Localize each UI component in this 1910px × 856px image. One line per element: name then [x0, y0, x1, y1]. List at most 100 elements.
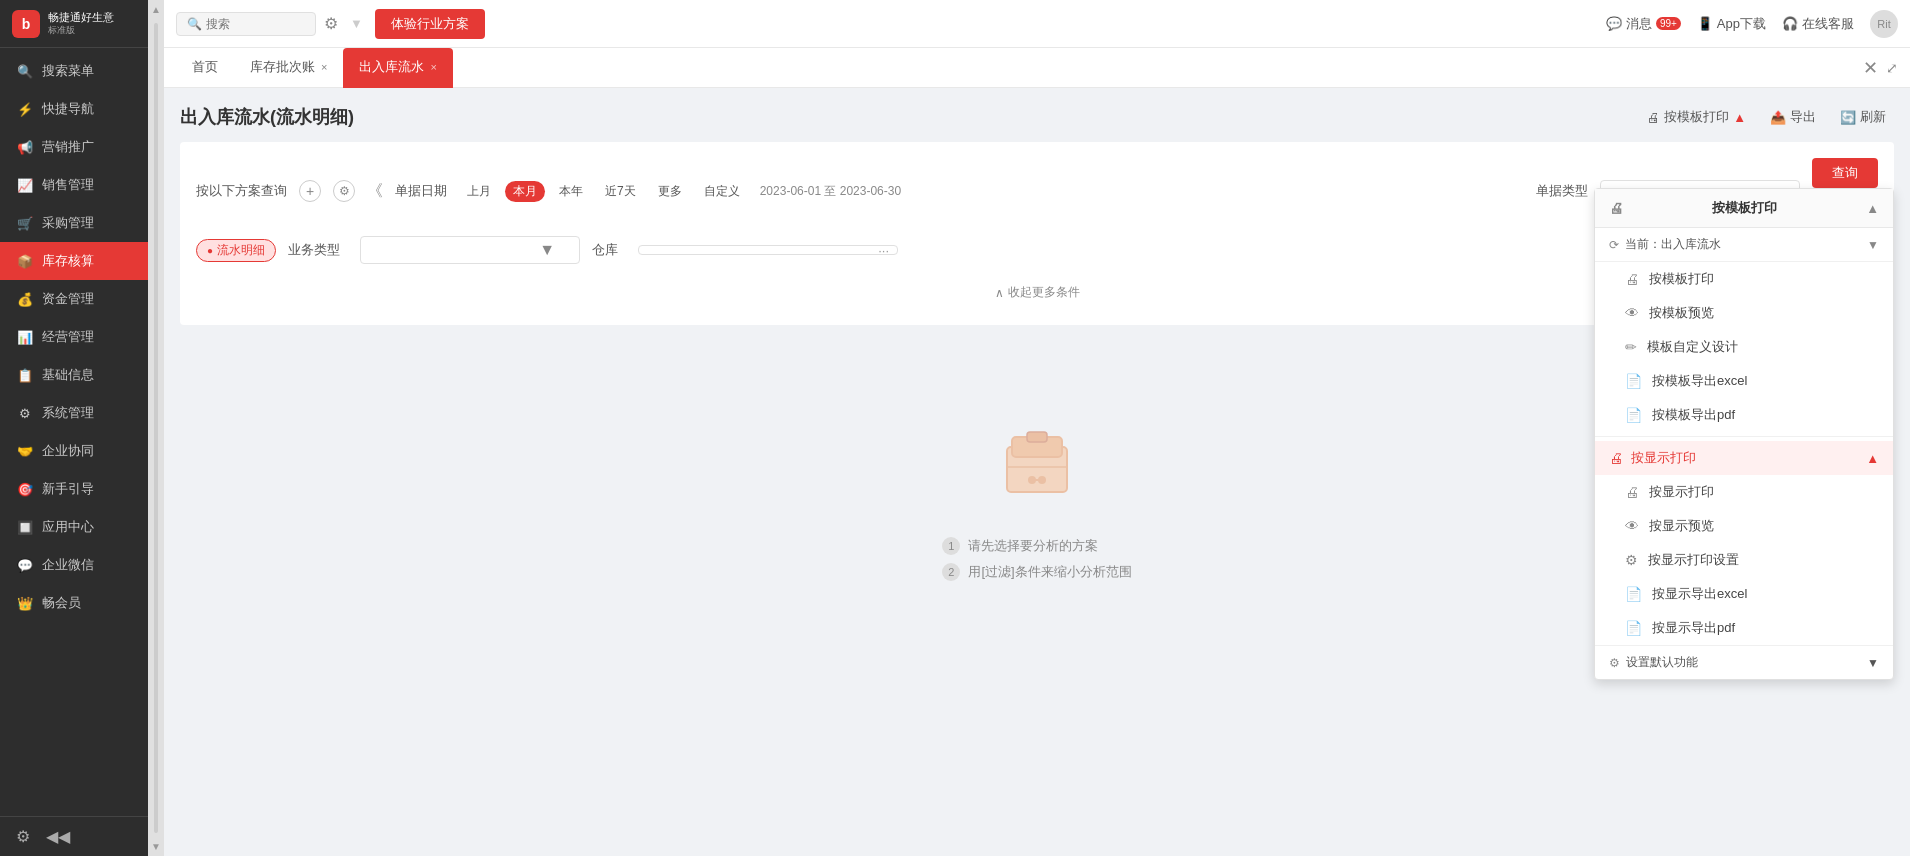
tab-home-label: 首页	[192, 58, 218, 76]
dropdown-item-label-display-print: 按显示打印	[1649, 483, 1714, 501]
dropdown-expand-icon[interactable]: ▲	[1866, 201, 1879, 216]
dropdown-item-label-display-settings: 按显示打印设置	[1648, 551, 1739, 569]
sidebar-item-purchase[interactable]: 🛒 采购管理	[0, 204, 148, 242]
filter-settings-icon: ⚙	[339, 184, 350, 198]
warehouse-label: 仓库	[592, 241, 618, 259]
dropdown-item-template-preview[interactable]: 👁 按模板预览	[1595, 296, 1893, 330]
guide-icon: 🎯	[16, 480, 34, 498]
sidebar-item-sales[interactable]: 📈 销售管理	[0, 166, 148, 204]
flow-tag-label: 流水明细	[217, 242, 265, 259]
sidebar-item-label-wechat: 企业微信	[42, 556, 94, 574]
dropdown-item-display-excel[interactable]: 📄 按显示导出excel	[1595, 577, 1893, 611]
collapse-icon[interactable]: ◀◀	[46, 827, 70, 846]
filter-add-btn[interactable]: +	[299, 180, 321, 202]
export-btn[interactable]: 📤 导出	[1762, 104, 1824, 130]
sidebar-item-label-quick-nav: 快捷导航	[42, 100, 94, 118]
scroll-down-icon[interactable]: ▼	[151, 837, 161, 856]
sidebar-item-inventory[interactable]: 📦 库存核算	[0, 242, 148, 280]
window-close-btn[interactable]: ✕	[1863, 57, 1878, 79]
sidebar-item-label-corp: 企业协同	[42, 442, 94, 460]
dropdown-item-display-print[interactable]: 🖨 按显示打印	[1595, 475, 1893, 509]
template-preview-icon: 👁	[1625, 305, 1639, 321]
sidebar-item-finance[interactable]: 💰 资金管理	[0, 280, 148, 318]
app-name: 畅捷通好生意	[48, 10, 114, 24]
scroll-up-icon[interactable]: ▲	[151, 0, 161, 19]
sidebar-item-marketing[interactable]: 📢 营销推广	[0, 128, 148, 166]
sidebar-item-corp[interactable]: 🤝 企业协同	[0, 432, 148, 470]
warehouse-select[interactable]: ···	[638, 245, 898, 255]
tab-batch-close[interactable]: ×	[321, 61, 327, 73]
sidebar-item-system[interactable]: ⚙ 系统管理	[0, 394, 148, 432]
print-template-label: 按模板打印	[1664, 108, 1729, 126]
user-avatar[interactable]: Rit	[1870, 10, 1898, 38]
dropdown-item-template-pdf[interactable]: 📄 按模板导出pdf	[1595, 398, 1893, 432]
online-service-label: 在线客服	[1802, 15, 1854, 33]
sidebar-item-label-marketing: 营销推广	[42, 138, 94, 156]
dropdown-item-template-print[interactable]: 🖨 按模板打印	[1595, 262, 1893, 296]
date-option-this-year[interactable]: 本年	[551, 181, 591, 202]
display-print-icon: 🖨	[1625, 484, 1639, 500]
message-badge: 99+	[1656, 17, 1681, 30]
sidebar-item-operations[interactable]: 📊 经营管理	[0, 318, 148, 356]
online-service-action[interactable]: 🎧 在线客服	[1782, 15, 1854, 33]
topbar: 🔍 ⚙ ▼ 体验行业方案 💬 消息 99+ 📱 App下载 🎧 在线客服 Rit	[164, 0, 1910, 48]
tab-home[interactable]: 首页	[176, 48, 234, 88]
topbar-search-box[interactable]: 🔍	[176, 12, 316, 36]
sidebar-item-member[interactable]: 👑 畅会员	[0, 584, 148, 622]
dropdown-title: 按模板打印	[1712, 199, 1777, 217]
dropdown-footer[interactable]: ⚙ 设置默认功能 ▼	[1595, 645, 1893, 679]
search-icon: 🔍	[16, 62, 34, 80]
display-group-header[interactable]: 🖨 按显示打印 ▲	[1595, 441, 1893, 475]
tab-flow[interactable]: 出入库流水 ×	[343, 48, 452, 88]
window-expand-btn[interactable]: ⤢	[1886, 60, 1898, 76]
sidebar-item-quick-nav[interactable]: ⚡ 快捷导航	[0, 90, 148, 128]
current-arrow-icon[interactable]: ▼	[1867, 238, 1879, 252]
dropdown-item-template-excel[interactable]: 📄 按模板导出excel	[1595, 364, 1893, 398]
app-download-action[interactable]: 📱 App下载	[1697, 15, 1766, 33]
industry-btn[interactable]: 体验行业方案	[375, 9, 485, 39]
message-action[interactable]: 💬 消息 99+	[1606, 15, 1681, 33]
filter-collapse-btn[interactable]: 《	[367, 181, 383, 202]
dropdown-item-display-pdf[interactable]: 📄 按显示导出pdf	[1595, 611, 1893, 645]
message-label: 消息	[1626, 15, 1652, 33]
print-icon: 🖨	[1647, 110, 1660, 125]
tab-flow-label: 出入库流水	[359, 58, 424, 76]
print-template-btn[interactable]: 🖨 按模板打印 ▲	[1639, 104, 1754, 130]
date-option-more[interactable]: 更多	[650, 181, 690, 202]
flow-tag[interactable]: ● 流水明细	[196, 239, 276, 262]
date-option-7days[interactable]: 近7天	[597, 181, 644, 202]
tab-batch[interactable]: 库存批次账 ×	[234, 48, 343, 88]
corp-icon: 🤝	[16, 442, 34, 460]
sidebar-item-wechat[interactable]: 💬 企业微信	[0, 546, 148, 584]
dropdown-item-display-settings[interactable]: ⚙ 按显示打印设置	[1595, 543, 1893, 577]
search-input[interactable]	[206, 17, 306, 31]
empty-icon	[987, 417, 1087, 517]
dropdown-item-display-preview[interactable]: 👁 按显示预览	[1595, 509, 1893, 543]
chevron-up-icon: ▲	[1733, 110, 1746, 125]
export-label: 导出	[1790, 108, 1816, 126]
sidebar-item-apps[interactable]: 🔲 应用中心	[0, 508, 148, 546]
sidebar-item-label-sales: 销售管理	[42, 176, 94, 194]
sidebar-item-search[interactable]: 🔍 搜索菜单	[0, 52, 148, 90]
settings-icon[interactable]: ⚙	[16, 827, 30, 846]
dropdown-item-template-design[interactable]: ✏ 模板自定义设计	[1595, 330, 1893, 364]
sidebar-item-label-apps: 应用中心	[42, 518, 94, 536]
empty-step-1: 1 请先选择要分析的方案	[942, 537, 1131, 555]
template-design-icon: ✏	[1625, 339, 1637, 355]
biz-type-select[interactable]: ▼	[360, 236, 580, 264]
dropdown-item-label-display-preview: 按显示预览	[1649, 517, 1714, 535]
sidebar-item-guide[interactable]: 🎯 新手引导	[0, 470, 148, 508]
refresh-btn[interactable]: 🔄 刷新	[1832, 104, 1894, 130]
topbar-gear-icon[interactable]: ⚙	[324, 14, 338, 33]
date-option-custom[interactable]: 自定义	[696, 181, 748, 202]
query-btn[interactable]: 查询	[1812, 158, 1878, 188]
sidebar-item-label-guide: 新手引导	[42, 480, 94, 498]
tab-flow-close[interactable]: ×	[430, 61, 436, 73]
sidebar-item-basic[interactable]: 📋 基础信息	[0, 356, 148, 394]
date-option-last-month[interactable]: 上月	[459, 181, 499, 202]
sidebar-scroll: ▲ ▼	[148, 0, 164, 856]
filter-settings-btn[interactable]: ⚙	[333, 180, 355, 202]
date-range-display: 2023-06-01 至 2023-06-30	[760, 183, 901, 200]
date-option-this-month[interactable]: 本月	[505, 181, 545, 202]
refresh-label: 刷新	[1860, 108, 1886, 126]
